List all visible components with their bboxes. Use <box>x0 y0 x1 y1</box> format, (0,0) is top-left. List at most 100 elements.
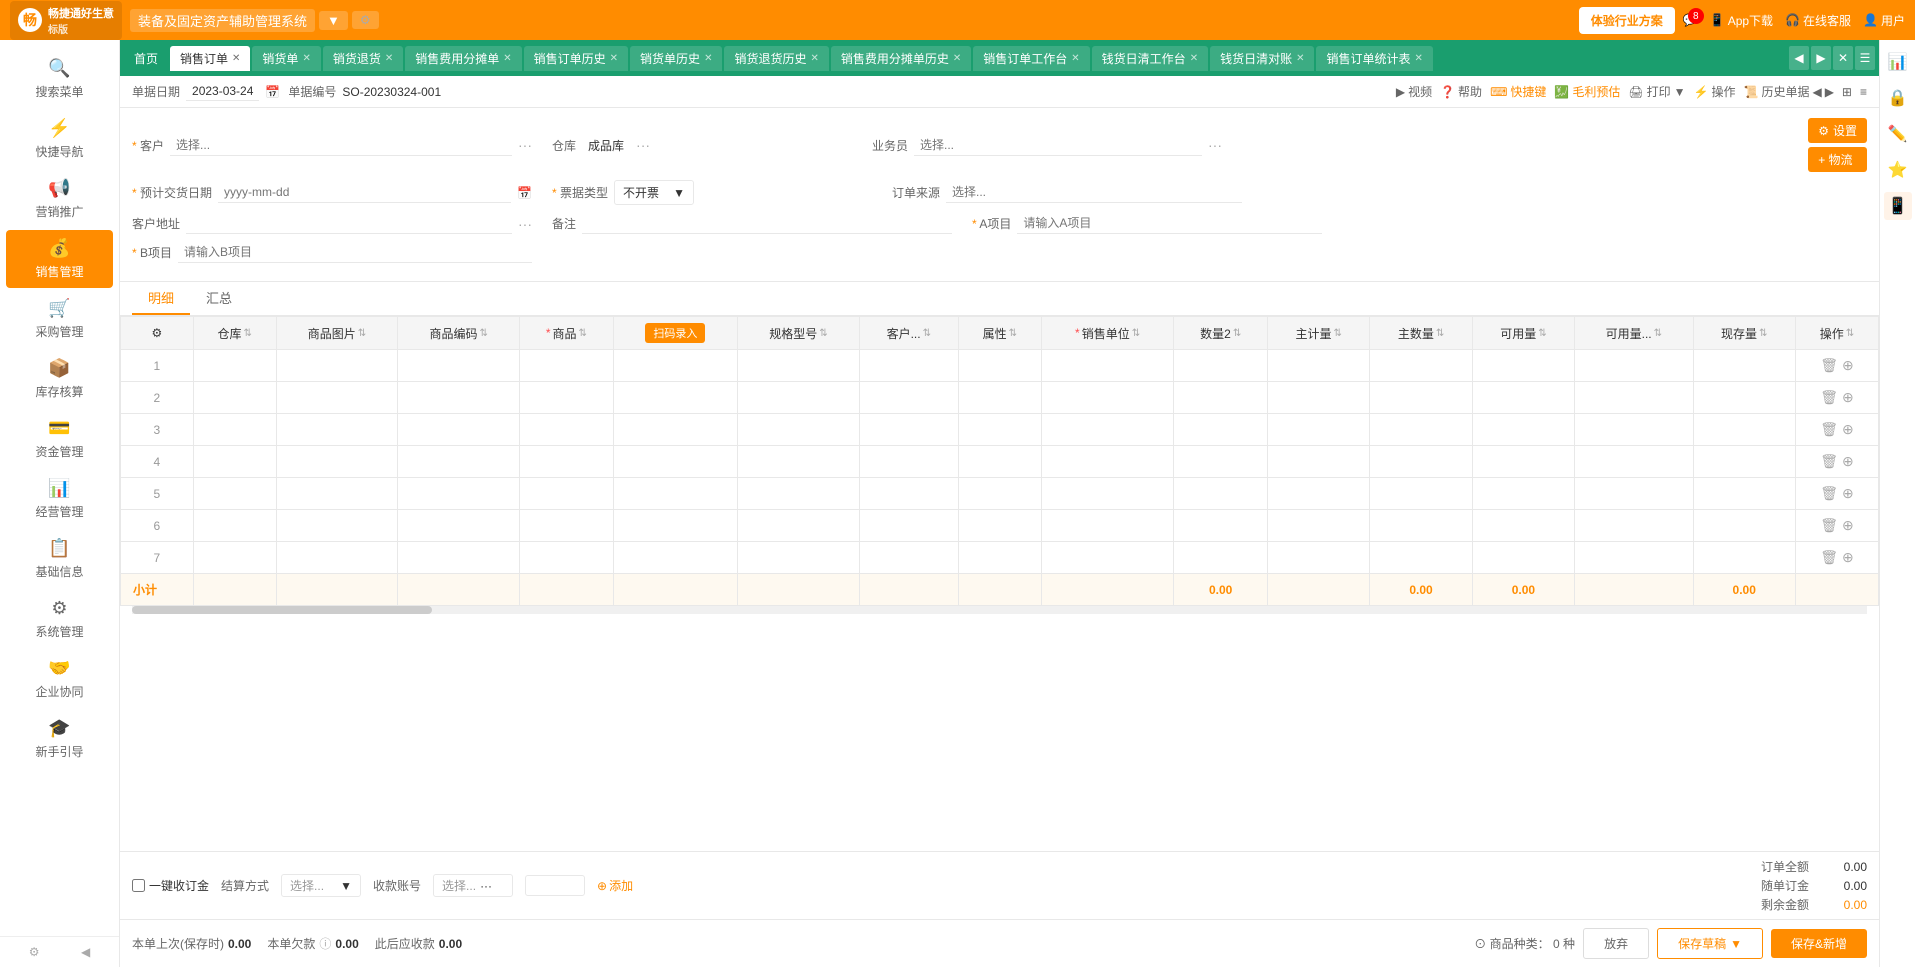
right-panel-chart-icon[interactable]: 📊 <box>1884 48 1912 76</box>
save-draft-dropdown-icon[interactable]: ▼ <box>1730 937 1742 951</box>
tab-9[interactable]: 销售订单工作台✕ <box>973 46 1089 71</box>
sidebar-settings-icon[interactable]: ⚙ <box>29 945 40 959</box>
customer-dots[interactable]: ··· <box>518 137 532 153</box>
one-click-checkbox-input[interactable] <box>132 879 145 892</box>
tab-3[interactable]: 销货退货✕ <box>323 46 403 71</box>
delivery-input[interactable] <box>218 182 511 203</box>
action-button[interactable]: ⚡ 操作 <box>1694 83 1736 100</box>
sidebar-item-快捷导航[interactable]: ⚡ 快捷导航 <box>6 110 113 168</box>
tab-4[interactable]: 销售费用分摊单✕ <box>405 46 521 71</box>
shortcut-button[interactable]: ⌨ 快捷键 <box>1490 83 1546 100</box>
solution-button[interactable]: 体验行业方案 <box>1579 7 1675 34</box>
history-next-icon[interactable]: ▶ <box>1825 85 1834 99</box>
horizontal-scrollbar[interactable] <box>132 606 1867 614</box>
add-logistics-button[interactable]: + 物流 <box>1808 147 1867 172</box>
table-container[interactable]: ⚙仓库⇅商品图片⇅商品编码⇅*商品⇅扫码录入规格型号⇅客户...⇅属性⇅*销售单… <box>120 316 1879 851</box>
copy-icon-4[interactable]: ⊕ <box>1842 453 1854 470</box>
sidebar-collapse-icon[interactable]: ◀ <box>81 945 90 959</box>
col-settings-icon[interactable]: ⚙ <box>151 326 162 340</box>
print-button[interactable]: 🖨 打印 ▼ <box>1628 83 1685 100</box>
sidebar-item-搜索菜单[interactable]: 🔍 搜索菜单 <box>6 50 113 108</box>
add-payment-button[interactable]: ⊕ 添加 <box>597 877 633 894</box>
order-source-input[interactable] <box>946 182 1242 203</box>
copy-icon-6[interactable]: ⊕ <box>1842 517 1854 534</box>
copy-icon-1[interactable]: ⊕ <box>1842 357 1854 374</box>
right-panel-edit-icon[interactable]: ✏️ <box>1884 120 1912 148</box>
sidebar-item-企业协同[interactable]: 🤝 企业协同 <box>6 650 113 708</box>
product-count-icon[interactable]: ⊙ <box>1474 937 1486 951</box>
salesperson-dots[interactable]: ··· <box>1208 137 1222 153</box>
tab-close-6[interactable]: ✕ <box>704 53 712 64</box>
message-button[interactable]: 💬 8 <box>1683 13 1698 27</box>
print-dropdown-icon[interactable]: ▼ <box>1674 85 1686 99</box>
sort-icon-available2[interactable]: ⇅ <box>1654 328 1662 339</box>
tab-8[interactable]: 销售费用分摊单历史✕ <box>831 46 971 71</box>
sort-icon-product[interactable]: ⇅ <box>579 328 587 339</box>
tab-12[interactable]: 销售订单统计表✕ <box>1316 46 1432 71</box>
sidebar-item-销售管理[interactable]: 💰 销售管理 <box>6 230 113 288</box>
discard-button[interactable]: 放弃 <box>1583 928 1649 959</box>
tab-10[interactable]: 钱货日清工作台✕ <box>1092 46 1208 71</box>
sort-icon-product_code[interactable]: ⇅ <box>479 328 487 339</box>
settings-gear-icon[interactable]: ⚙ <box>352 11 379 29</box>
tab-close-4[interactable]: ✕ <box>503 53 511 64</box>
view-video-button[interactable]: ▶ 视频 <box>1396 83 1432 100</box>
tab-11[interactable]: 钱货日清对账✕ <box>1210 46 1314 71</box>
tab-close-10[interactable]: ✕ <box>1190 53 1198 64</box>
settings-button[interactable]: ⚙ 设置 <box>1808 118 1867 143</box>
invoice-select[interactable]: 不开票 ▼ <box>614 180 694 205</box>
save-new-button[interactable]: 保存&新增 <box>1771 929 1867 958</box>
sort-icon-attribute[interactable]: ⇅ <box>1009 328 1017 339</box>
sidebar-item-新手引导[interactable]: 🎓 新手引导 <box>6 710 113 768</box>
tab-close-9[interactable]: ✕ <box>1071 53 1079 64</box>
right-panel-lock-icon[interactable]: 🔒 <box>1884 84 1912 112</box>
tab-5[interactable]: 销售订单历史✕ <box>524 46 628 71</box>
sidebar-item-库存核算[interactable]: 📦 库存核算 <box>6 350 113 408</box>
app-download-button[interactable]: 📱 App下载 <box>1710 12 1773 29</box>
delete-icon-4[interactable]: 🗑 <box>1820 453 1838 470</box>
tabs-prev-button[interactable]: ◀ <box>1789 46 1809 70</box>
calendar-icon[interactable]: 📅 <box>265 85 280 99</box>
tab-0[interactable]: 首页 <box>124 46 168 71</box>
address-dots[interactable]: ··· <box>518 216 532 232</box>
delete-icon-1[interactable]: 🗑 <box>1820 357 1838 374</box>
payment-method-select[interactable]: 选择... ▼ <box>281 874 361 897</box>
tabs-next-button[interactable]: ▶ <box>1811 46 1831 70</box>
one-click-checkbox[interactable]: 一键收订金 <box>132 877 209 894</box>
sort-icon-sales_unit[interactable]: ⇅ <box>1132 328 1140 339</box>
copy-icon-7[interactable]: ⊕ <box>1842 549 1854 566</box>
sort-icon-available[interactable]: ⇅ <box>1538 328 1546 339</box>
warehouse-dots[interactable]: ··· <box>636 137 650 153</box>
history-prev-icon[interactable]: ◀ <box>1812 85 1821 99</box>
sort-icon-actions[interactable]: ⇅ <box>1846 328 1854 339</box>
tab-1[interactable]: 销售订单✕ <box>170 46 250 71</box>
delete-icon-7[interactable]: 🗑 <box>1820 549 1838 566</box>
tab-close-8[interactable]: ✕ <box>953 53 961 64</box>
copy-icon-5[interactable]: ⊕ <box>1842 485 1854 502</box>
help-button[interactable]: ❓ 帮助 <box>1440 83 1482 100</box>
sidebar-item-采购管理[interactable]: 🛒 采购管理 <box>6 290 113 348</box>
tab-close-2[interactable]: ✕ <box>302 53 310 64</box>
tab-6[interactable]: 销货单历史✕ <box>630 46 722 71</box>
tab-close-12[interactable]: ✕ <box>1415 53 1423 64</box>
detail-tab-明细[interactable]: 明细 <box>132 282 190 315</box>
grid-view-button[interactable]: ⊞ <box>1842 85 1852 99</box>
sidebar-item-资金管理[interactable]: 💳 资金管理 <box>6 410 113 468</box>
tab-close-3[interactable]: ✕ <box>385 53 393 64</box>
sort-icon-spec[interactable]: ⇅ <box>819 328 827 339</box>
debit-info-icon[interactable]: ⓘ <box>319 935 331 952</box>
tab-close-5[interactable]: ✕ <box>610 53 618 64</box>
remark-input[interactable] <box>582 213 952 234</box>
copy-icon-3[interactable]: ⊕ <box>1842 421 1854 438</box>
tab-close-7[interactable]: ✕ <box>810 53 818 64</box>
user-button[interactable]: 👤 用户 <box>1863 12 1905 29</box>
sort-icon-main_qty[interactable]: ⇅ <box>1436 328 1444 339</box>
online-service-button[interactable]: 🎧 在线客服 <box>1785 12 1851 29</box>
tabs-menu-button[interactable]: ☰ <box>1855 46 1875 70</box>
sidebar-item-系统管理[interactable]: ⚙ 系统管理 <box>6 590 113 648</box>
list-view-button[interactable]: ≡ <box>1860 85 1867 99</box>
sort-icon-customer_code[interactable]: ⇅ <box>923 328 931 339</box>
sort-icon-warehouse[interactable]: ⇅ <box>243 328 251 339</box>
tab-close-1[interactable]: ✕ <box>232 53 240 64</box>
tabs-close-button[interactable]: ✕ <box>1833 46 1853 70</box>
